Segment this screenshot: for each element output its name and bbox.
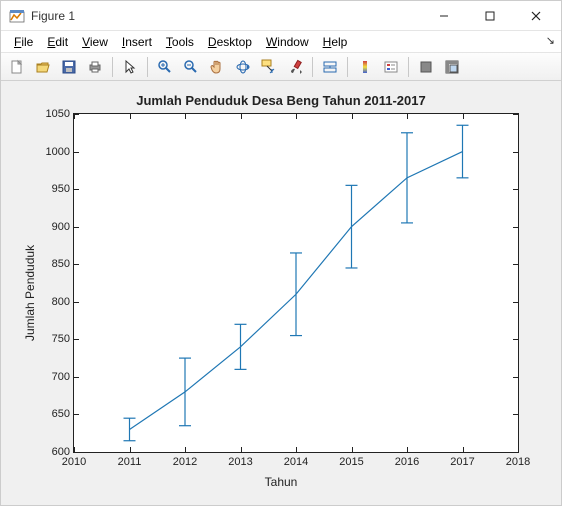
close-button[interactable] — [513, 1, 559, 31]
show-plot-tools-button[interactable] — [440, 55, 464, 79]
x-tick-label: 2010 — [62, 456, 86, 468]
new-figure-icon — [9, 59, 25, 75]
save-icon — [61, 59, 77, 75]
window-titlebar: Figure 1 — [1, 1, 561, 31]
y-tick-label: 750 — [52, 333, 74, 345]
pan-button[interactable] — [205, 55, 229, 79]
insert-colorbar-icon — [357, 59, 373, 75]
menu-edit[interactable]: Edit — [40, 33, 75, 51]
y-axis-label: Jumlah Penduduk — [23, 245, 37, 341]
edit-plot-button[interactable] — [118, 55, 142, 79]
save-button[interactable] — [57, 55, 81, 79]
zoom-out-button[interactable] — [179, 55, 203, 79]
menu-desktop[interactable]: Desktop — [201, 33, 259, 51]
y-tick-label: 650 — [52, 408, 74, 420]
zoom-in-icon — [157, 59, 173, 75]
pan-icon — [209, 59, 225, 75]
rotate-3d-icon — [235, 59, 251, 75]
window-title: Figure 1 — [31, 9, 421, 23]
app-logo-icon — [9, 8, 25, 24]
dock-arrow-icon[interactable]: ↘ — [546, 34, 555, 47]
y-tick-label: 850 — [52, 258, 74, 270]
pointer-icon — [122, 59, 138, 75]
axes[interactable]: 6006507007508008509009501000105020102011… — [73, 113, 519, 453]
data-cursor-icon — [261, 59, 277, 75]
print-icon — [87, 59, 103, 75]
menu-tools[interactable]: Tools — [159, 33, 201, 51]
toolbar-separator — [147, 57, 148, 77]
toolbar-separator — [312, 57, 313, 77]
menu-window[interactable]: Window — [259, 33, 316, 51]
x-tick-label: 2014 — [284, 456, 308, 468]
menu-help[interactable]: Help — [316, 33, 355, 51]
menu-view[interactable]: View — [75, 33, 115, 51]
hide-plot-tools-icon — [418, 59, 434, 75]
x-axis-label: Tahun — [1, 475, 561, 489]
insert-colorbar-button[interactable] — [353, 55, 377, 79]
link-icon — [322, 59, 338, 75]
insert-legend-icon — [383, 59, 399, 75]
new-figure-button[interactable] — [5, 55, 29, 79]
x-tick-label: 2012 — [173, 456, 197, 468]
x-tick-label: 2015 — [339, 456, 363, 468]
x-tick-label: 2013 — [228, 456, 252, 468]
x-tick-label: 2011 — [118, 456, 142, 468]
x-tick-label: 2018 — [506, 456, 530, 468]
link-button[interactable] — [318, 55, 342, 79]
toolbar-separator — [347, 57, 348, 77]
y-tick-label: 700 — [52, 371, 74, 383]
open-icon — [35, 59, 51, 75]
toolbar — [1, 53, 561, 81]
figure-canvas[interactable]: Jumlah Penduduk Desa Beng Tahun 2011-201… — [1, 81, 561, 505]
menu-file[interactable]: File — [7, 33, 40, 51]
menu-insert[interactable]: Insert — [115, 33, 159, 51]
y-tick-label: 950 — [52, 183, 74, 195]
x-tick-label: 2016 — [395, 456, 419, 468]
y-tick-label: 900 — [52, 221, 74, 233]
hide-plot-tools-button[interactable] — [414, 55, 438, 79]
show-plot-tools-icon — [444, 59, 460, 75]
open-button[interactable] — [31, 55, 55, 79]
rotate-3d-button[interactable] — [231, 55, 255, 79]
y-tick-label: 1050 — [46, 108, 74, 120]
toolbar-separator — [112, 57, 113, 77]
maximize-button[interactable] — [467, 1, 513, 31]
y-tick-label: 800 — [52, 296, 74, 308]
y-tick-label: 1000 — [46, 146, 74, 158]
toolbar-separator — [408, 57, 409, 77]
brush-icon — [287, 59, 303, 75]
zoom-in-button[interactable] — [153, 55, 177, 79]
menu-bar: File Edit View Insert Tools Desktop Wind… — [1, 31, 561, 53]
chart-title: Jumlah Penduduk Desa Beng Tahun 2011-201… — [1, 93, 561, 108]
x-tick-label: 2017 — [450, 456, 474, 468]
data-series — [74, 114, 518, 452]
data-cursor-button[interactable] — [257, 55, 281, 79]
brush-button[interactable] — [283, 55, 307, 79]
insert-legend-button[interactable] — [379, 55, 403, 79]
minimize-button[interactable] — [421, 1, 467, 31]
print-button[interactable] — [83, 55, 107, 79]
zoom-out-icon — [183, 59, 199, 75]
